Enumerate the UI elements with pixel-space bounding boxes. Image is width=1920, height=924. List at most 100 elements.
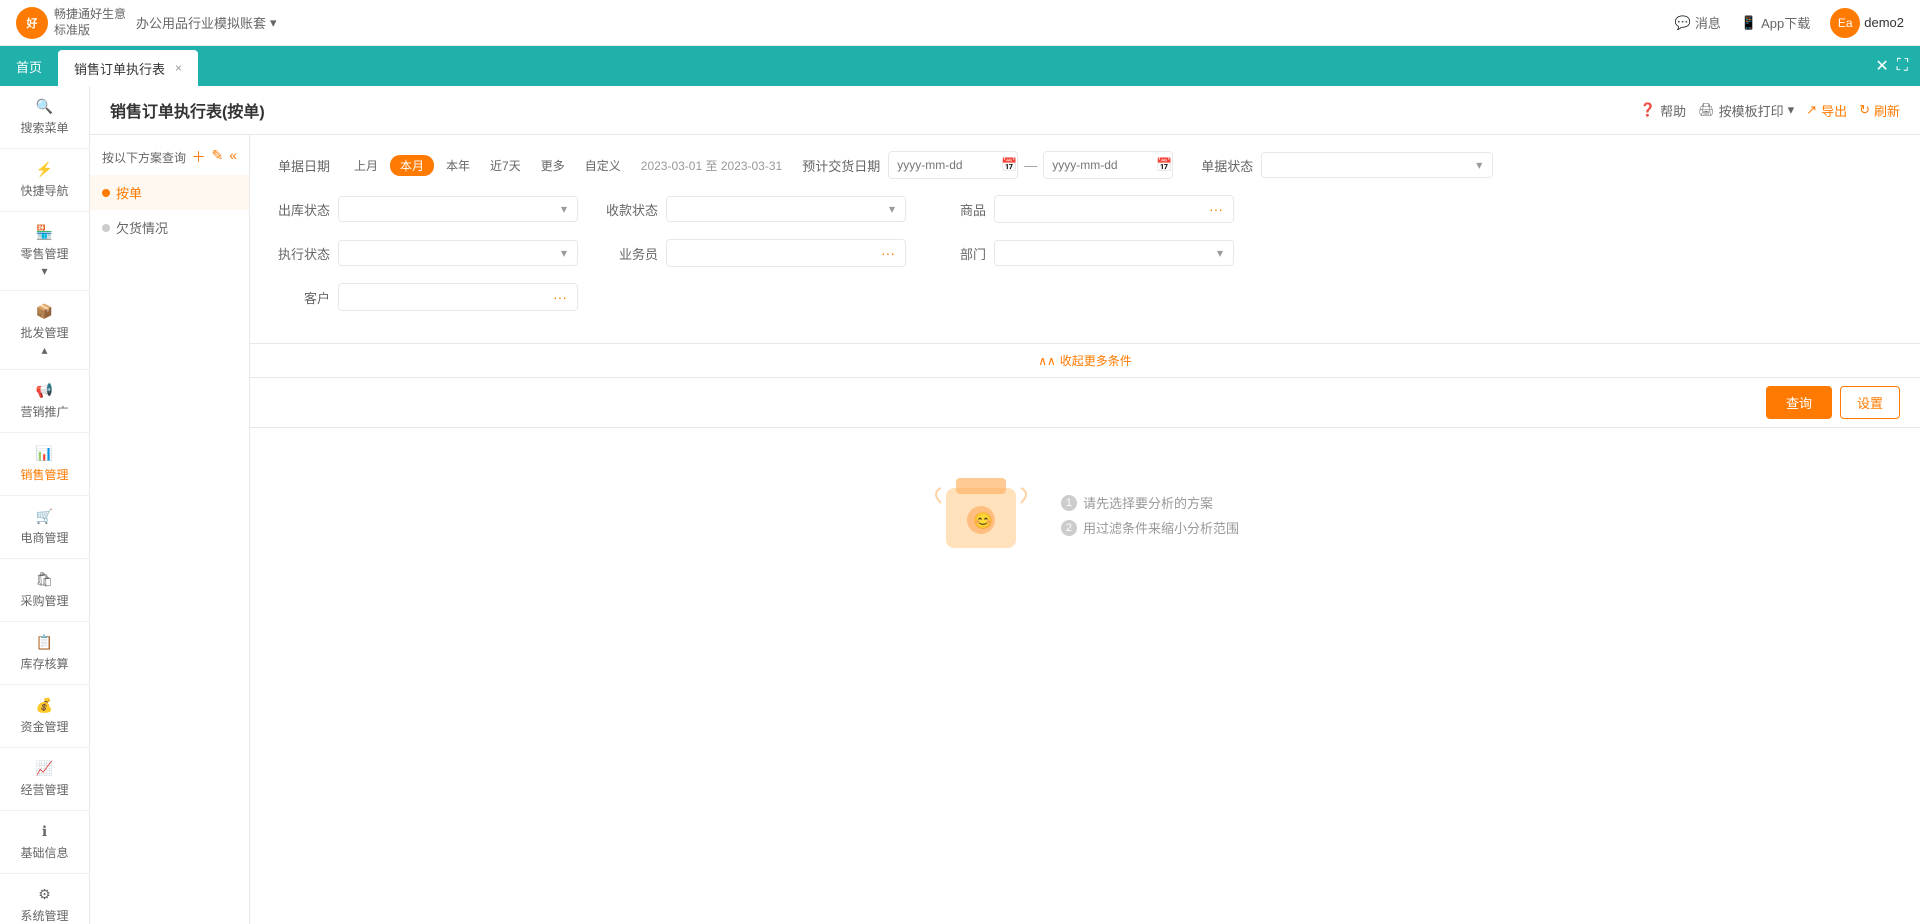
status-label: 单据状态 bbox=[1193, 156, 1253, 175]
user-name: demo2 bbox=[1864, 15, 1904, 30]
collapse-up-icon: ∧∧ bbox=[1038, 354, 1056, 368]
help-button[interactable]: ❓ 帮助 bbox=[1640, 101, 1686, 120]
tab-close-icon[interactable]: × bbox=[175, 61, 182, 75]
tab-home[interactable]: 首页 bbox=[0, 46, 58, 86]
add-scheme-icon[interactable]: ＋ bbox=[191, 147, 205, 167]
sidebar-item-inventory-check[interactable]: 📋 库存核算 bbox=[0, 622, 89, 685]
active-dot-icon bbox=[102, 189, 110, 197]
sidebar-item-sys-mgmt[interactable]: ⚙ 系统管理 bbox=[0, 874, 89, 924]
tab-sales-order[interactable]: 销售订单执行表 × bbox=[58, 50, 198, 86]
sidebar-item-quick-nav[interactable]: ⚡ 快捷导航 bbox=[0, 149, 89, 212]
status-select[interactable]: ▾ bbox=[1261, 152, 1493, 178]
delivery-select[interactable]: ▾ bbox=[338, 196, 578, 222]
empty-tip-2: 2 用过滤条件来缩小分析范围 bbox=[1061, 518, 1239, 537]
collection-label: 收款状态 bbox=[598, 200, 658, 219]
date-from-field[interactable] bbox=[897, 158, 997, 172]
calendar-from-icon: 📅 bbox=[1001, 157, 1017, 173]
sidebar-item-search-menu[interactable]: 🔍 搜索菜单 bbox=[0, 86, 89, 149]
empty-state: 😊 1 请先选择要分析的方案 bbox=[250, 428, 1920, 608]
filter-item-delivery: 出库状态 ▾ bbox=[270, 196, 578, 222]
exec-select[interactable]: ▾ bbox=[338, 240, 578, 266]
maximize-icon[interactable]: ⛶ bbox=[1897, 57, 1908, 75]
chevron-down-icon: ▾ bbox=[270, 15, 277, 31]
page-actions: ❓ 帮助 🖨 按模板打印 ▾ ↗ 导出 ↻ 刷新 bbox=[1640, 101, 1900, 132]
goods-label: 商品 bbox=[926, 200, 986, 219]
collapse-bar[interactable]: ∧∧ 收起更多条件 bbox=[250, 344, 1920, 378]
customer-select[interactable]: ··· bbox=[338, 283, 578, 311]
message-button[interactable]: 💬 消息 bbox=[1675, 13, 1721, 32]
edit-scheme-icon[interactable]: ✎ bbox=[211, 147, 223, 167]
collapse-scheme-icon[interactable]: « bbox=[229, 147, 237, 167]
salesperson-dots-icon[interactable]: ··· bbox=[881, 245, 895, 261]
calendar-to-icon: 📅 bbox=[1156, 157, 1172, 173]
header-left: 好 畅捷通好生意 标准版 办公用品行业模拟账套 ▾ bbox=[16, 7, 277, 39]
action-bar: 查询 设置 bbox=[250, 378, 1920, 428]
refresh-button[interactable]: ↻ 刷新 bbox=[1859, 101, 1900, 120]
user-info[interactable]: Ea demo2 bbox=[1830, 8, 1904, 38]
svg-text:😊: 😊 bbox=[973, 512, 993, 530]
date-tab-this-year[interactable]: 本年 bbox=[438, 155, 478, 176]
date-range: 📅 — 📅 bbox=[888, 151, 1173, 179]
sidebar-item-purchase-mgmt[interactable]: 🛍 采购管理 bbox=[0, 559, 89, 622]
date-tab-custom[interactable]: 自定义 bbox=[577, 155, 629, 176]
date-from-input[interactable]: 📅 bbox=[888, 151, 1018, 179]
filter-item-customer: 客户 ··· bbox=[270, 283, 578, 311]
date-to-input[interactable]: 📅 bbox=[1043, 151, 1173, 179]
sidebar-item-marketing[interactable]: 📢 营销推广 bbox=[0, 370, 89, 433]
empty-illustration: 😊 bbox=[931, 468, 1031, 568]
expand-icon: ▴ bbox=[41, 343, 47, 357]
app-download-button[interactable]: 📱 App下载 bbox=[1741, 13, 1810, 32]
customer-dots-icon[interactable]: ··· bbox=[553, 289, 567, 305]
sidebar-item-finance-mgmt[interactable]: 💰 资金管理 bbox=[0, 685, 89, 748]
scheme-panel: 按以下方案查询 ＋ ✎ « 按单 欠货情况 bbox=[90, 135, 250, 924]
date-tab-7days[interactable]: 近7天 bbox=[482, 155, 529, 176]
filter-row-3: 执行状态 ▾ 业务员 ··· bbox=[270, 239, 1900, 267]
nav-icon: ⚡ bbox=[36, 161, 53, 178]
date-label: 单据日期 bbox=[270, 156, 330, 175]
date-tabs: 上月 本月 本年 近7天 更多 自定义 bbox=[346, 155, 629, 176]
dept-chevron-icon: ▾ bbox=[1217, 246, 1223, 260]
status-chevron-icon: ▾ bbox=[1476, 158, 1482, 172]
settings-button[interactable]: 设置 bbox=[1840, 386, 1900, 419]
print-button[interactable]: 🖨 按模板打印 ▾ bbox=[1698, 101, 1794, 120]
sidebar-item-retail-mgmt[interactable]: 🏪 零售管理 ▾ bbox=[0, 212, 89, 291]
goods-dots-icon[interactable]: ··· bbox=[1209, 201, 1223, 217]
filter-item-status: 单据状态 ▾ bbox=[1193, 152, 1493, 178]
filter-form: 单据日期 上月 本月 本年 近7天 更多 自定义 2023-03-01 至 20… bbox=[250, 135, 1920, 344]
content-area: 销售订单执行表(按单) ❓ 帮助 🖨 按模板打印 ▾ ↗ 导出 ↻ 刷新 bbox=[90, 86, 1920, 924]
message-icon: 💬 bbox=[1675, 15, 1691, 31]
close-window-icon[interactable]: ✕ bbox=[1875, 56, 1888, 76]
tab-bar: 首页 销售订单执行表 × ✕ ⛶ bbox=[0, 46, 1920, 86]
date-to-field[interactable] bbox=[1052, 158, 1152, 172]
page-header: 销售订单执行表(按单) ❓ 帮助 🖨 按模板打印 ▾ ↗ 导出 ↻ 刷新 bbox=[90, 86, 1920, 135]
page-selector[interactable]: 办公用品行业模拟账套 ▾ bbox=[136, 13, 277, 32]
goods-select[interactable]: ··· bbox=[994, 195, 1234, 223]
scheme-item-by-debt[interactable]: 欠货情况 bbox=[90, 210, 249, 245]
sidebar: 🔍 搜索菜单 ⚡ 快捷导航 🏪 零售管理 ▾ 📦 批发管理 ▴ 📢 营销推广 📊… bbox=[0, 86, 90, 924]
date-tab-this-month[interactable]: 本月 bbox=[390, 155, 434, 176]
sidebar-item-sales-mgmt[interactable]: 📊 销售管理 bbox=[0, 433, 89, 496]
date-tab-last-month[interactable]: 上月 bbox=[346, 155, 386, 176]
date-tab-more[interactable]: 更多 bbox=[533, 155, 573, 176]
exec-chevron-icon: ▾ bbox=[561, 246, 567, 260]
export-button[interactable]: ↗ 导出 bbox=[1806, 101, 1847, 120]
sidebar-item-ecom-mgmt[interactable]: 🛒 电商管理 bbox=[0, 496, 89, 559]
main-area: 🔍 搜索菜单 ⚡ 快捷导航 🏪 零售管理 ▾ 📦 批发管理 ▴ 📢 营销推广 📊… bbox=[0, 86, 1920, 924]
salesperson-select[interactable]: ··· bbox=[666, 239, 906, 267]
dept-select[interactable]: ▾ bbox=[994, 240, 1234, 266]
delivery-chevron-icon: ▾ bbox=[561, 202, 567, 216]
filter-item-exec: 执行状态 ▾ bbox=[270, 240, 578, 266]
query-button[interactable]: 查询 bbox=[1766, 386, 1832, 419]
sidebar-item-ops-mgmt[interactable]: 📈 经营管理 bbox=[0, 748, 89, 811]
sidebar-item-basic-info[interactable]: ℹ 基础信息 bbox=[0, 811, 89, 874]
date-range-text: 2023-03-01 至 2023-03-31 bbox=[641, 157, 782, 174]
sidebar-item-wholesale-mgmt[interactable]: 📦 批发管理 ▴ bbox=[0, 291, 89, 370]
filter-row-1: 单据日期 上月 本月 本年 近7天 更多 自定义 2023-03-01 至 20… bbox=[270, 151, 1900, 179]
collection-select[interactable]: ▾ bbox=[666, 196, 906, 222]
date-separator: — bbox=[1024, 158, 1037, 173]
scheme-item-by-order[interactable]: 按单 bbox=[90, 175, 249, 210]
scheme-panel-icons: ＋ ✎ « bbox=[191, 147, 237, 167]
ecom-icon: 🛒 bbox=[36, 508, 53, 525]
avatar: Ea bbox=[1830, 8, 1860, 38]
marketing-icon: 📢 bbox=[36, 382, 53, 399]
